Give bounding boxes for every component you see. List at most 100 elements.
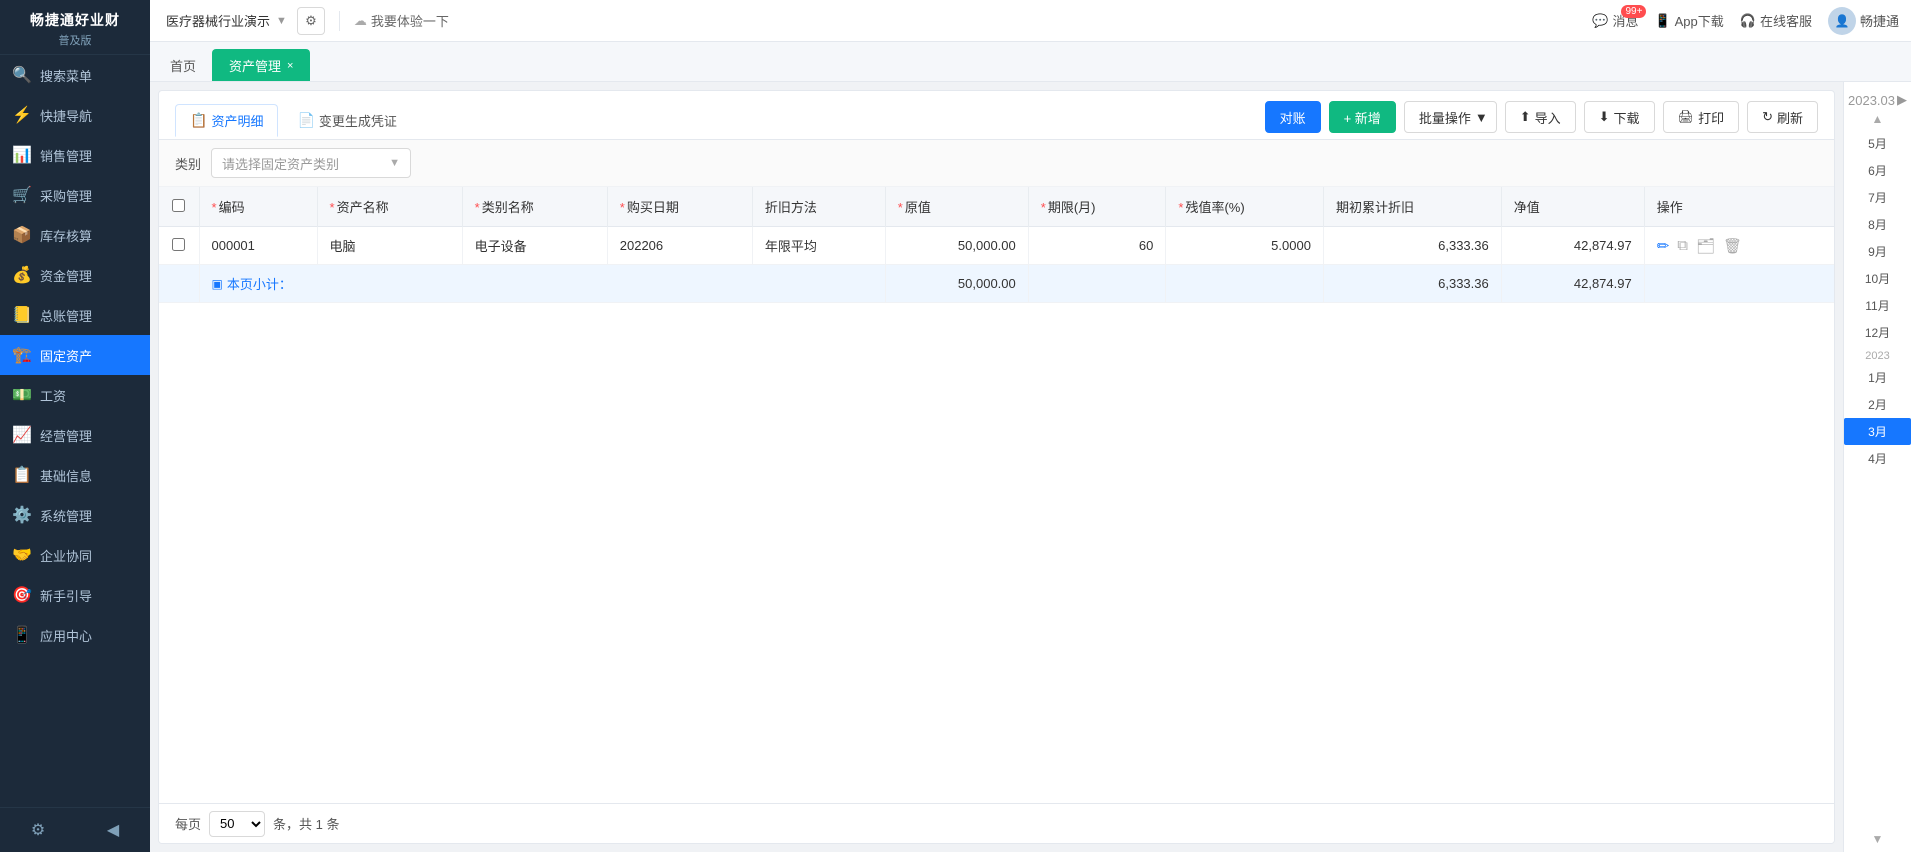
timeline-year-label: 2023.03 (1848, 93, 1895, 108)
sidebar-item-label: 经营管理 (40, 426, 92, 445)
subtotal-period-empty (1028, 265, 1166, 303)
per-page-label: 每页 (175, 814, 201, 833)
sidebar-item-ledger[interactable]: 📒总账管理 (0, 295, 150, 335)
tab-asset-mgmt[interactable]: 资产管理 × (212, 49, 310, 81)
import-icon: ⬆ (1520, 109, 1531, 125)
sidebar-item-label: 采购管理 (40, 186, 92, 205)
archive-icon[interactable]: 🗂 (1696, 237, 1715, 255)
subtotal-icon: ▣ (212, 277, 223, 291)
timeline-month-4月[interactable]: 4月 (1844, 445, 1911, 472)
sidebar-item-fixed-assets[interactable]: 🏗️固定资产 (0, 335, 150, 375)
subtotal-net-value: 42,874.97 (1501, 265, 1644, 303)
tab-home[interactable]: 首页 (158, 49, 208, 81)
sidebar-item-system[interactable]: ⚙️ 系统管理 (0, 495, 150, 535)
sidebar-item-label: 系统管理 (40, 506, 92, 525)
sidebar-item-operations[interactable]: 📈经营管理 (0, 415, 150, 455)
delete-icon[interactable]: 🗑 (1723, 237, 1742, 255)
subtotal-actions-empty (1644, 265, 1834, 303)
customer-service-button[interactable]: 🎧 在线客服 (1740, 11, 1812, 30)
sidebar-item-label: 搜索菜单 (40, 66, 92, 85)
download-icon2: ⬇ (1599, 109, 1610, 125)
timeline-month-7月[interactable]: 7月 (1844, 184, 1911, 211)
edit-icon[interactable]: ✏ (1657, 237, 1670, 255)
timeline-month-9月[interactable]: 9月 (1844, 238, 1911, 265)
sidebar-item-search[interactable]: 🔍搜索菜单 (0, 55, 150, 95)
sidebar-item-label: 新手引导 (40, 586, 92, 605)
timeline-list: 5月6月7月8月9月10月11月12月20231月2月3月4月 (1844, 130, 1911, 826)
sub-tab-asset-detail[interactable]: 📋 资产明细 (175, 104, 278, 137)
timeline-month-5月[interactable]: 5月 (1844, 130, 1911, 157)
batch-ops-button[interactable]: 批量操作 ▼ (1404, 101, 1497, 133)
refresh-button[interactable]: ↻ 刷新 (1747, 101, 1818, 133)
timeline-month-2月[interactable]: 2月 (1844, 391, 1911, 418)
sidebar-item-label: 库存核算 (40, 226, 92, 245)
message-button[interactable]: 💬 消息 99+ (1592, 11, 1638, 30)
reconcile-button[interactable]: 对账 (1265, 101, 1321, 133)
timeline-month-8月[interactable]: 8月 (1844, 211, 1911, 238)
enterprise-icon: 🤝 (12, 545, 32, 565)
sales-icon: 📊 (12, 145, 32, 165)
sidebar-item-enterprise[interactable]: 🤝企业协同 (0, 535, 150, 575)
print-icon: 🖨 (1678, 109, 1695, 125)
sidebar-item-inventory[interactable]: 📦库存核算 (0, 215, 150, 255)
print-button[interactable]: 🖨 打印 (1663, 101, 1740, 133)
sub-tabs: 📋 资产明细 📄 变更生成凭证 对账 + 新增 批量操作 (159, 91, 1834, 140)
timeline-month-3月[interactable]: 3月 (1844, 418, 1911, 445)
collapse-icon[interactable]: ◀ (99, 816, 127, 844)
td-purchase-date: 202206 (607, 227, 752, 265)
row-checkbox[interactable] (172, 238, 185, 251)
th-net-value: 净值 (1501, 187, 1644, 227)
category-select[interactable]: 请选择固定资产类别 ▼ (211, 148, 411, 178)
timeline-expand-icon[interactable]: ▶ (1897, 92, 1907, 108)
app-download-button[interactable]: 📱 App下载 (1654, 11, 1723, 30)
sidebar-item-purchase[interactable]: 🛒采购管理 (0, 175, 150, 215)
sidebar-item-payroll[interactable]: 💵 工资 (0, 375, 150, 415)
sidebar-item-app-center[interactable]: 📱应用中心 (0, 615, 150, 655)
sidebar: 畅捷通好业财 普及版 🔍搜索菜单⚡快捷导航📊销售管理🛒采购管理📦库存核算💰资金管… (0, 0, 150, 852)
timeline-up-icon[interactable]: ▲ (1872, 112, 1884, 126)
settings-icon[interactable]: ⚙ (23, 816, 53, 844)
user-area[interactable]: 👤 畅捷通 (1828, 7, 1899, 35)
download-button[interactable]: ⬇ 下载 (1584, 101, 1655, 133)
sidebar-item-label: 总账管理 (40, 306, 92, 325)
timeline-month-1月[interactable]: 1月 (1844, 364, 1911, 391)
timeline-month-12月[interactable]: 12月 (1844, 319, 1911, 346)
category-label: 类别 (175, 154, 201, 173)
import-button[interactable]: ⬆ 导入 (1505, 101, 1576, 133)
tab-close-icon[interactable]: × (287, 60, 293, 72)
timeline-month-10月[interactable]: 10月 (1844, 265, 1911, 292)
sidebar-item-capital[interactable]: 💰资金管理 (0, 255, 150, 295)
timeline-month-11月[interactable]: 11月 (1844, 292, 1911, 319)
system-icon: ⚙️ (12, 505, 32, 525)
timeline-down-icon[interactable]: ▼ (1872, 832, 1884, 846)
table-row: 000001 电脑 电子设备 202206 年限平均 50,000.00 60 … (159, 227, 1834, 265)
new-button[interactable]: + 新增 (1329, 101, 1396, 133)
company-selector[interactable]: 医疗器械行业演示 ▼ (166, 11, 287, 30)
content-area: 📋 资产明细 📄 变更生成凭证 对账 + 新增 批量操作 (150, 82, 1911, 852)
experience-button[interactable]: ☁ 我要体验一下 (354, 11, 449, 30)
sidebar-item-label: 工资 (40, 386, 66, 405)
sidebar-bottom: ⚙ ◀ (0, 807, 150, 852)
row-checkbox-cell (159, 227, 199, 265)
td-accumulated-depreciation: 6,333.36 (1323, 227, 1501, 265)
quick-nav-icon: ⚡ (12, 105, 32, 125)
experience-label: 我要体验一下 (371, 11, 449, 30)
sidebar-item-guide[interactable]: 🎯新手引导 (0, 575, 150, 615)
sidebar-item-quick-nav[interactable]: ⚡快捷导航 (0, 95, 150, 135)
payroll-icon: 💵 (12, 385, 32, 405)
td-depreciation-method: 年限平均 (752, 227, 885, 265)
customer-service-label: 在线客服 (1760, 11, 1812, 30)
select-all-checkbox[interactable] (172, 199, 185, 212)
timeline-header: 2023.03 ▶ (1848, 88, 1907, 112)
sub-tab-change-voucher[interactable]: 📄 变更生成凭证 (282, 104, 411, 137)
refresh-icon: ↻ (1762, 109, 1773, 125)
td-period: 60 (1028, 227, 1166, 265)
per-page-select[interactable]: 50 100 200 (209, 811, 265, 837)
app-subtitle: 普及版 (59, 32, 92, 48)
copy-icon[interactable]: ⧉ (1677, 237, 1688, 254)
td-code: 000001 (199, 227, 317, 265)
sidebar-item-basic-info[interactable]: 📋基础信息 (0, 455, 150, 495)
timeline-month-6月[interactable]: 6月 (1844, 157, 1911, 184)
sidebar-item-sales[interactable]: 📊销售管理 (0, 135, 150, 175)
settings-button[interactable]: ⚙ (297, 7, 325, 35)
